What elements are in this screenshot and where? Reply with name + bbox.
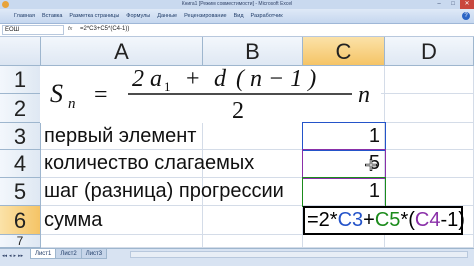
row-header-7[interactable]: 7	[0, 235, 41, 248]
formula-input[interactable]: =2*C3+C5*(C4-1))	[80, 25, 472, 35]
tab-page-layout[interactable]: Разметка страницы	[69, 12, 119, 20]
formula-bar: ЕОШ fx =2*C3+C5*(C4-1))	[0, 24, 474, 37]
formula-ref-c3: C3	[337, 209, 364, 231]
cell-c5[interactable]: 1	[303, 178, 385, 206]
row-header-5[interactable]: 5	[0, 178, 41, 206]
title-bar: Книга1 [Режим совместимости] - Microsoft…	[0, 0, 474, 9]
sheet-tab-2[interactable]: Лист2	[55, 249, 82, 259]
cell-d5[interactable]	[385, 178, 474, 206]
formula-tail-part: -1)	[440, 209, 465, 231]
formula-n-mult: n	[358, 82, 370, 108]
formula-equals: =	[94, 82, 108, 108]
cell-b3[interactable]	[203, 123, 303, 150]
cell-d1[interactable]	[385, 66, 474, 94]
formula-paren: ( n − 1 )	[236, 66, 316, 92]
horizontal-scrollbar[interactable]	[130, 251, 468, 258]
formula-plus: +	[186, 66, 200, 92]
cell-c3[interactable]: 1	[303, 123, 385, 150]
cell-b7[interactable]	[203, 235, 303, 248]
last-sheet-icon[interactable]: ▸▸	[18, 253, 23, 259]
cell-a3[interactable]: первый элемент	[41, 123, 203, 150]
tab-formulas[interactable]: Формулы	[126, 12, 150, 20]
cell-d7[interactable]	[385, 235, 474, 248]
sheet-tab-3[interactable]: Лист3	[80, 249, 108, 259]
window-title: Книга1 [Режим совместимости] - Microsoft…	[181, 1, 293, 7]
cell-b4[interactable]	[203, 150, 303, 178]
tab-review[interactable]: Рецензирование	[184, 12, 226, 20]
cell-a4[interactable]: количество слагаемых	[41, 150, 254, 178]
formula-numerator-2a: 2 a	[132, 66, 162, 92]
ribbon: Главная Вставка Разметка страницы Формул…	[0, 9, 474, 24]
column-header-d[interactable]: D	[385, 37, 474, 66]
tab-view[interactable]: Вид	[234, 12, 244, 20]
next-sheet-icon[interactable]: ▸	[14, 253, 17, 259]
formula-eq-part: =2*	[307, 209, 338, 231]
formula-ref-c4: C4	[414, 209, 441, 231]
tab-home[interactable]: Главная	[14, 12, 35, 20]
formula-denominator: 2	[232, 98, 244, 123]
formula-n-sub: n	[68, 96, 76, 112]
cell-c7[interactable]	[303, 235, 385, 248]
row-header-1[interactable]: 1	[0, 66, 41, 94]
first-sheet-icon[interactable]: ◂◂	[2, 253, 7, 259]
cell-b5[interactable]	[203, 178, 303, 206]
formula-svg: S n = 2 a 1 + d ( n − 1 ) 2 n	[50, 66, 370, 123]
column-header-b[interactable]: B	[203, 37, 303, 66]
prev-sheet-icon[interactable]: ◂	[9, 253, 12, 259]
row-header-6[interactable]: 6	[0, 206, 41, 235]
maximize-button[interactable]: □	[446, 0, 460, 9]
row-header-2[interactable]: 2	[0, 94, 41, 123]
sheet-tabs: Лист1 Лист2 Лист3	[30, 249, 108, 259]
tab-insert[interactable]: Вставка	[42, 12, 62, 20]
ribbon-tabs: Главная Вставка Разметка страницы Формул…	[14, 12, 283, 20]
close-button[interactable]: ✕	[460, 0, 474, 9]
cell-a6[interactable]: сумма	[41, 206, 203, 235]
active-cell-c6-editor[interactable]: =2*C3+C5*(C4-1)	[303, 206, 465, 235]
sheet-navigation: ◂◂ ◂ ▸ ▸▸	[2, 253, 23, 259]
formula-d: d	[214, 66, 227, 92]
sheet-tab-bar: ◂◂ ◂ ▸ ▸▸ Лист1 Лист2 Лист3	[0, 248, 474, 266]
cross-cursor-icon	[365, 159, 377, 171]
sheet-tab-1[interactable]: Лист1	[30, 249, 57, 259]
tab-developer[interactable]: Разработчик	[251, 12, 283, 20]
select-all-corner[interactable]	[0, 37, 41, 66]
tab-data[interactable]: Данные	[157, 12, 177, 20]
formula-plus-part: +	[363, 209, 375, 231]
cell-a7[interactable]	[41, 235, 203, 248]
fx-icon[interactable]: fx	[68, 26, 72, 32]
name-box[interactable]: ЕОШ	[2, 25, 64, 35]
row-header-3[interactable]: 3	[0, 123, 41, 150]
row-header-4[interactable]: 4	[0, 150, 41, 178]
formula-image[interactable]: S n = 2 a 1 + d ( n − 1 ) 2 n	[40, 66, 381, 123]
cell-d4[interactable]	[385, 150, 474, 178]
cell-d3[interactable]	[385, 123, 474, 150]
minimize-button[interactable]: –	[432, 0, 446, 9]
formula-ref-c5: C5	[374, 209, 401, 231]
formula-mid-part: *(	[400, 209, 415, 231]
column-header-a[interactable]: A	[41, 37, 203, 66]
formula-a-sub: 1	[164, 79, 171, 94]
column-header-c[interactable]: C	[303, 37, 385, 66]
window-controls: – □ ✕	[432, 0, 474, 9]
help-icon[interactable]: ?	[462, 12, 470, 20]
cell-a5[interactable]: шаг (разница) прогрессии	[41, 178, 284, 206]
formula-s: S	[50, 79, 63, 108]
column-headers: A B C D	[0, 37, 474, 66]
cell-b6[interactable]	[203, 206, 303, 235]
cell-d2[interactable]	[385, 94, 474, 123]
